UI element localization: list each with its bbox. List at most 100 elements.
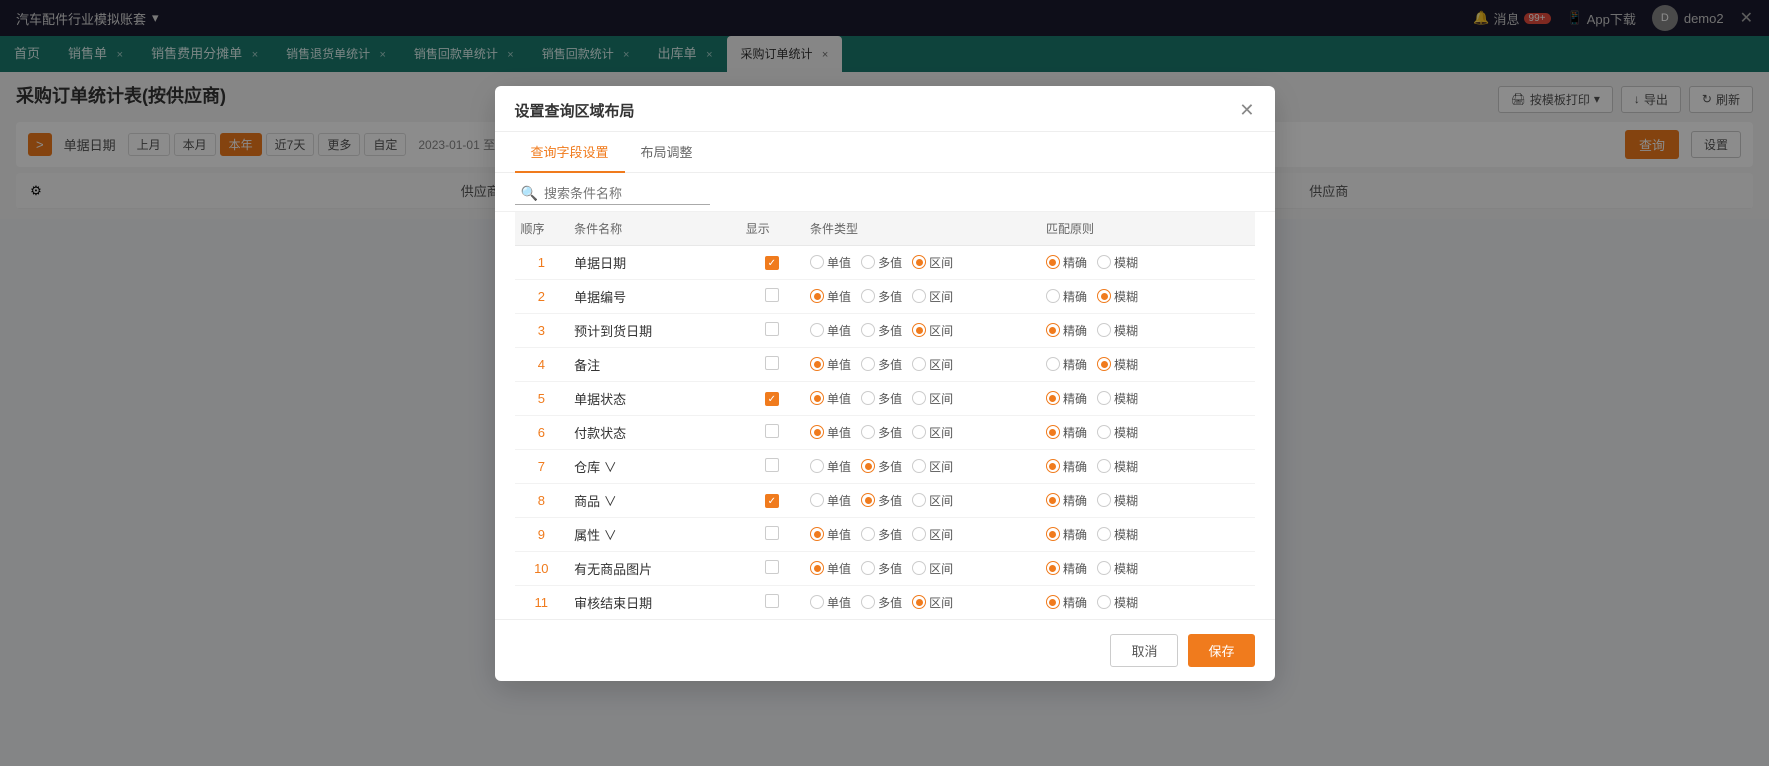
radio-type-单值[interactable]: 单值 <box>810 390 851 407</box>
row-type-radios: 单值多值区间 <box>804 449 1040 483</box>
radio-match-精确[interactable]: 精确 <box>1046 424 1087 441</box>
radio-type-多值[interactable]: 多值 <box>861 560 902 577</box>
radio-type-单值[interactable]: 单值 <box>810 526 851 543</box>
radio-match-模糊[interactable]: 模糊 <box>1097 322 1138 339</box>
row-type-radios: 单值多值区间 <box>804 313 1040 347</box>
radio-type-区间[interactable]: 区间 <box>912 560 953 577</box>
radio-circle <box>912 323 926 337</box>
radio-type-区间[interactable]: 区间 <box>912 458 953 475</box>
row-show-checkbox[interactable]: ✓ <box>740 381 804 415</box>
th-type: 条件类型 <box>804 212 1040 246</box>
checkbox[interactable] <box>765 322 779 336</box>
th-match: 匹配原则 <box>1040 212 1255 246</box>
conditions-table: 顺序 条件名称 显示 条件类型 匹配原则 1单据日期✓单值多值区间精确模糊2单据… <box>515 212 1255 619</box>
row-show-checkbox[interactable] <box>740 449 804 483</box>
cancel-button[interactable]: 取消 <box>1110 634 1178 667</box>
radio-type-区间[interactable]: 区间 <box>912 594 953 611</box>
checkbox[interactable] <box>765 356 779 370</box>
radio-match-模糊[interactable]: 模糊 <box>1097 288 1138 305</box>
radio-match-模糊[interactable]: 模糊 <box>1097 254 1138 271</box>
dialog-tab-layout[interactable]: 布局调整 <box>625 132 709 173</box>
radio-circle <box>861 425 875 439</box>
table-head: 顺序 条件名称 显示 条件类型 匹配原则 <box>515 212 1255 246</box>
radio-circle <box>1097 561 1111 575</box>
radio-match-精确[interactable]: 精确 <box>1046 560 1087 577</box>
row-order: 8 <box>515 483 569 517</box>
radio-match-模糊[interactable]: 模糊 <box>1097 424 1138 441</box>
radio-type-区间[interactable]: 区间 <box>912 322 953 339</box>
radio-match-精确[interactable]: 精确 <box>1046 322 1087 339</box>
row-show-checkbox[interactable]: ✓ <box>740 483 804 517</box>
radio-match-模糊[interactable]: 模糊 <box>1097 560 1138 577</box>
row-show-checkbox[interactable]: ✓ <box>740 245 804 279</box>
radio-type-单值[interactable]: 单值 <box>810 322 851 339</box>
row-show-checkbox[interactable] <box>740 551 804 585</box>
radio-circle <box>912 527 926 541</box>
checkbox[interactable] <box>765 594 779 608</box>
save-button[interactable]: 保存 <box>1188 634 1254 667</box>
checkbox[interactable] <box>765 424 779 438</box>
row-show-checkbox[interactable] <box>740 585 804 619</box>
radio-type-多值[interactable]: 多值 <box>861 424 902 441</box>
checkbox[interactable]: ✓ <box>765 392 779 406</box>
row-show-checkbox[interactable] <box>740 415 804 449</box>
radio-match-模糊[interactable]: 模糊 <box>1097 492 1138 509</box>
radio-type-单值[interactable]: 单值 <box>810 424 851 441</box>
radio-match-精确[interactable]: 精确 <box>1046 390 1087 407</box>
radio-type-多值[interactable]: 多值 <box>861 594 902 611</box>
radio-type-单值[interactable]: 单值 <box>810 594 851 611</box>
radio-match-精确[interactable]: 精确 <box>1046 356 1087 373</box>
radio-type-单值[interactable]: 单值 <box>810 288 851 305</box>
search-icon: 🔍 <box>521 185 538 202</box>
radio-type-多值[interactable]: 多值 <box>861 390 902 407</box>
radio-match-精确[interactable]: 精确 <box>1046 254 1087 271</box>
radio-type-多值[interactable]: 多值 <box>861 322 902 339</box>
radio-type-区间[interactable]: 区间 <box>912 288 953 305</box>
dialog-close-button[interactable]: ✕ <box>1239 101 1254 119</box>
row-show-checkbox[interactable] <box>740 313 804 347</box>
radio-type-区间[interactable]: 区间 <box>912 424 953 441</box>
radio-type-区间[interactable]: 区间 <box>912 492 953 509</box>
row-show-checkbox[interactable] <box>740 279 804 313</box>
radio-match-精确[interactable]: 精确 <box>1046 492 1087 509</box>
radio-type-多值[interactable]: 多值 <box>861 356 902 373</box>
dialog-tab-query-fields[interactable]: 查询字段设置 <box>515 132 625 173</box>
radio-match-模糊[interactable]: 模糊 <box>1097 390 1138 407</box>
radio-type-区间[interactable]: 区间 <box>912 390 953 407</box>
checkbox[interactable]: ✓ <box>765 256 779 270</box>
checkbox[interactable] <box>765 526 779 540</box>
radio-type-区间[interactable]: 区间 <box>912 254 953 271</box>
checkbox[interactable] <box>765 458 779 472</box>
radio-type-多值[interactable]: 多值 <box>861 526 902 543</box>
row-show-checkbox[interactable] <box>740 347 804 381</box>
table-row: 2单据编号单值多值区间精确模糊 <box>515 279 1255 313</box>
row-show-checkbox[interactable] <box>740 517 804 551</box>
radio-match-模糊[interactable]: 模糊 <box>1097 458 1138 475</box>
radio-type-多值[interactable]: 多值 <box>861 254 902 271</box>
radio-match-模糊[interactable]: 模糊 <box>1097 526 1138 543</box>
radio-type-区间[interactable]: 区间 <box>912 356 953 373</box>
row-order: 6 <box>515 415 569 449</box>
radio-match-精确[interactable]: 精确 <box>1046 594 1087 611</box>
radio-type-多值[interactable]: 多值 <box>861 458 902 475</box>
radio-circle <box>810 391 824 405</box>
dialog-tab-bar: 查询字段设置 布局调整 <box>495 132 1275 173</box>
radio-circle <box>1097 357 1111 371</box>
search-input[interactable] <box>544 186 704 201</box>
radio-match-模糊[interactable]: 模糊 <box>1097 594 1138 611</box>
radio-match-精确[interactable]: 精确 <box>1046 288 1087 305</box>
radio-type-区间[interactable]: 区间 <box>912 526 953 543</box>
checkbox[interactable]: ✓ <box>765 494 779 508</box>
radio-type-单值[interactable]: 单值 <box>810 560 851 577</box>
radio-type-单值[interactable]: 单值 <box>810 254 851 271</box>
radio-match-精确[interactable]: 精确 <box>1046 458 1087 475</box>
checkbox[interactable] <box>765 560 779 574</box>
radio-type-单值[interactable]: 单值 <box>810 458 851 475</box>
radio-type-单值[interactable]: 单值 <box>810 492 851 509</box>
radio-match-模糊[interactable]: 模糊 <box>1097 356 1138 373</box>
radio-type-多值[interactable]: 多值 <box>861 492 902 509</box>
checkbox[interactable] <box>765 288 779 302</box>
radio-type-单值[interactable]: 单值 <box>810 356 851 373</box>
radio-type-多值[interactable]: 多值 <box>861 288 902 305</box>
radio-match-精确[interactable]: 精确 <box>1046 526 1087 543</box>
